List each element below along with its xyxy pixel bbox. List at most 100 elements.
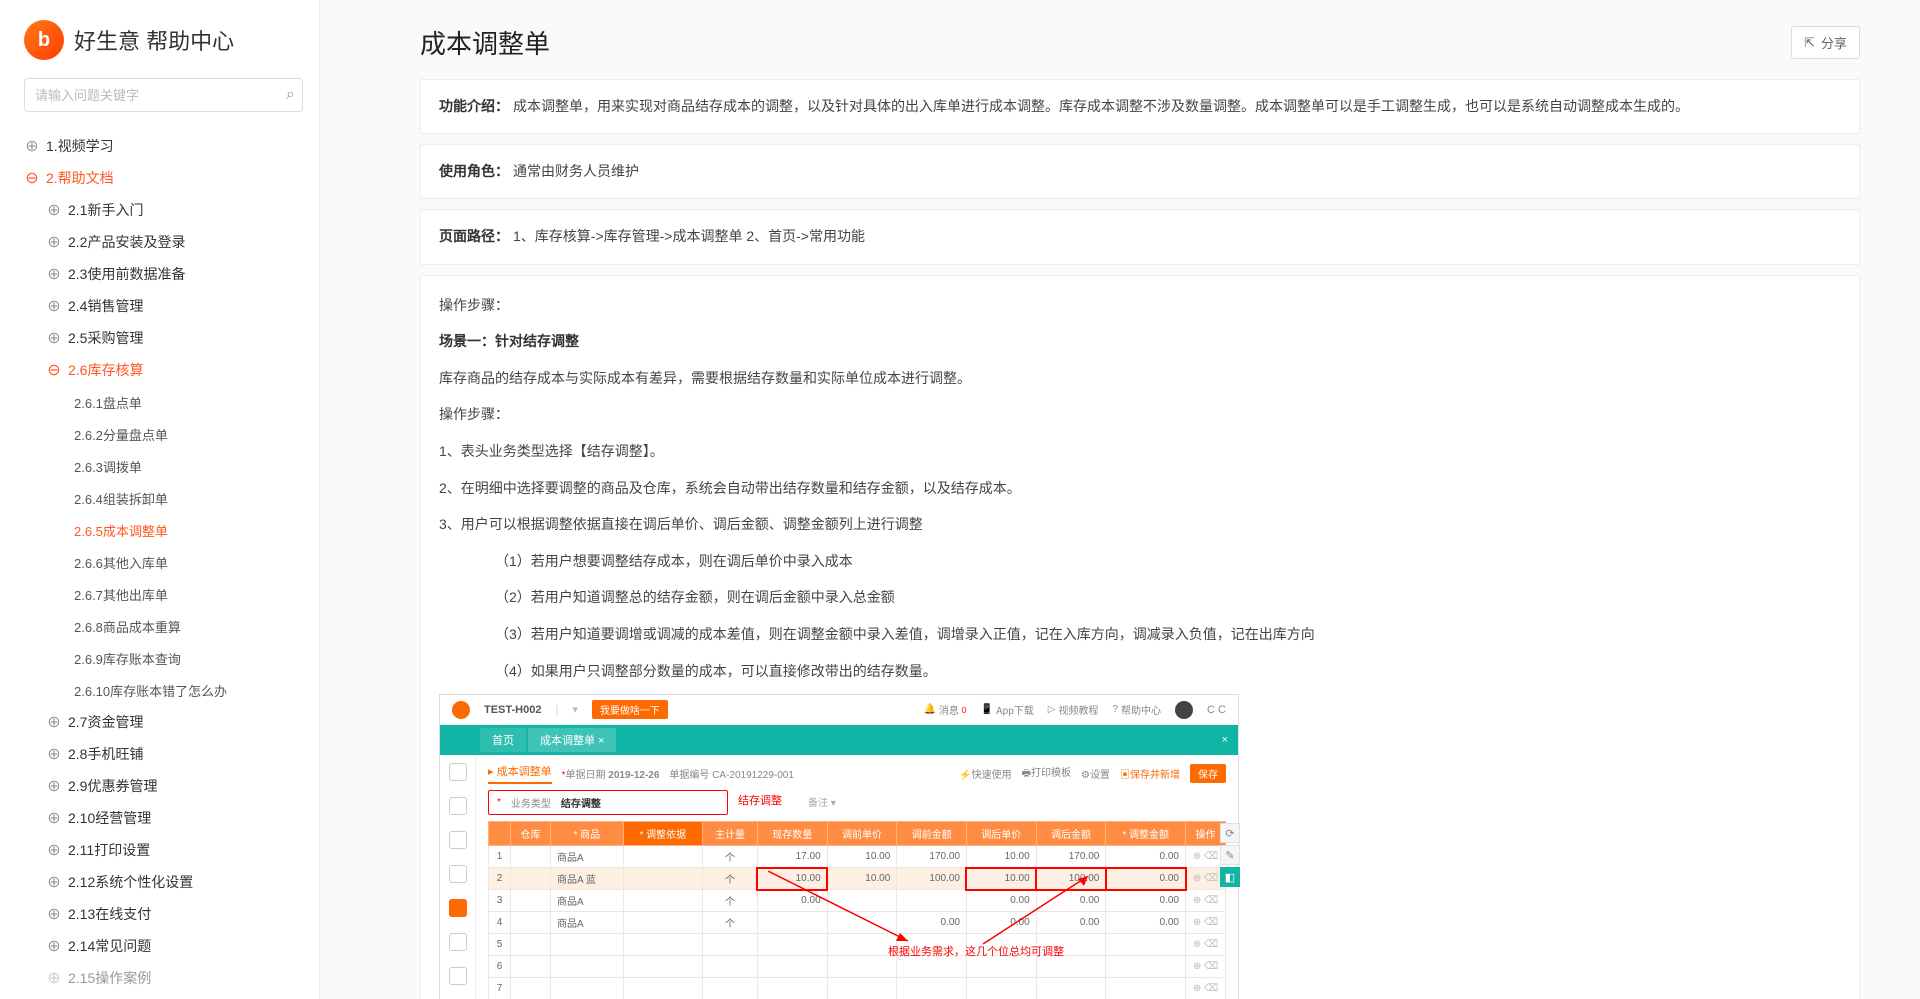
step-1: 1、表头业务类型选择【结存调整】。 xyxy=(439,438,1841,465)
nav-2-14[interactable]: 2.14常见问题 xyxy=(46,930,303,962)
shot-savedup: ▣保存并新增 xyxy=(1120,766,1180,781)
shot-avatar-icon xyxy=(1175,701,1193,719)
shot-help: ? 帮助中心 xyxy=(1112,702,1161,717)
shot-nav-icon-active xyxy=(449,899,467,917)
scene-1-title: 场景一：针对结存调整 xyxy=(439,328,1841,355)
nav-2-10[interactable]: 2.10经营管理 xyxy=(46,802,303,834)
search-input[interactable] xyxy=(24,78,303,112)
plus-icon xyxy=(46,266,62,282)
nav-2-2[interactable]: 2.2产品安装及登录 xyxy=(46,226,303,258)
nav-2-6-5[interactable]: 2.6.5成本调整单 xyxy=(74,514,303,546)
shot-logo-icon xyxy=(452,701,470,719)
shot-remark-lbl: 备注 ▾ xyxy=(808,794,836,809)
nav-2-6[interactable]: 2.6库存核算 xyxy=(46,354,303,386)
shot-quick: ⚡快速使用 xyxy=(959,766,1011,781)
nav-2-3[interactable]: 2.3使用前数据准备 xyxy=(46,258,303,290)
shot-tab-doc: 成本调整单 × xyxy=(528,728,616,752)
shot-nav-icon xyxy=(449,933,467,951)
plus-icon xyxy=(46,842,62,858)
search-icon[interactable]: ⌕ xyxy=(286,86,295,104)
shot-video: ▷ 视频教程 xyxy=(1048,702,1099,717)
step-3-1: （1）若用户想要调整结存成本，则在调后单价中录入成本 xyxy=(439,548,1841,575)
page-title: 成本调整单 xyxy=(420,24,550,61)
plus-icon xyxy=(46,874,62,890)
nav-2-8[interactable]: 2.8手机旺铺 xyxy=(46,738,303,770)
shot-tenant: TEST-H002 xyxy=(484,704,541,716)
plus-icon xyxy=(46,202,62,218)
shot-nav-icon xyxy=(449,831,467,849)
nav-2-5[interactable]: 2.5采购管理 xyxy=(46,322,303,354)
intro-card: 功能介绍：成本调整单，用来实现对商品结存成本的调整，以及针对具体的出入库单进行成… xyxy=(420,79,1860,134)
shot-user: C C xyxy=(1207,704,1226,716)
path-card: 页面路径：1、库存核算->库存管理->成本调整单 2、首页->常用功能 xyxy=(420,209,1860,264)
scene-1-intro: 库存商品的结存成本与实际成本有差异，需要根据结存数量和实际单位成本进行调整。 xyxy=(439,365,1841,392)
path-label: 页面路径： xyxy=(439,228,509,244)
nav-2-13[interactable]: 2.13在线支付 xyxy=(46,898,303,930)
nav-2-6-6[interactable]: 2.6.6其他入库单 xyxy=(74,546,303,578)
shot-filter-box: *业务类型 结存调整 xyxy=(488,790,728,815)
nav-2-6-1[interactable]: 2.6.1盘点单 xyxy=(74,386,303,418)
shot-orange-btn: 我要做啥一下 xyxy=(592,700,668,719)
step-3-2: （2）若用户知道调整总的结存金额，则在调后金额中录入总金额 xyxy=(439,584,1841,611)
shot-tabs-close-icon: × xyxy=(1212,734,1238,746)
nav-2-9[interactable]: 2.9优惠券管理 xyxy=(46,770,303,802)
path-text: 1、库存核算->库存管理->成本调整单 2、首页->常用功能 xyxy=(513,228,865,244)
shot-opts: ⚙设置 xyxy=(1081,766,1110,781)
tool-icon: ⟳ xyxy=(1220,823,1240,843)
tool-icon: ✎ xyxy=(1220,845,1240,865)
shot-nav-icon xyxy=(449,763,467,781)
nav-2-11[interactable]: 2.11打印设置 xyxy=(46,834,303,866)
nav-2-6-2[interactable]: 2.6.2分量盘点单 xyxy=(74,418,303,450)
plus-icon xyxy=(46,234,62,250)
logo-icon: b xyxy=(24,20,64,60)
role-card: 使用角色：通常由财务人员维护 xyxy=(420,144,1860,199)
nav-2-6-7[interactable]: 2.6.7其他出库单 xyxy=(74,578,303,610)
plus-icon xyxy=(46,714,62,730)
plus-icon xyxy=(46,298,62,314)
nav-2-6-9[interactable]: 2.6.9库存账本查询 xyxy=(74,642,303,674)
plus-icon xyxy=(46,330,62,346)
search-box: ⌕ xyxy=(24,78,303,112)
plus-icon xyxy=(46,746,62,762)
step-3-3: （3）若用户知道要调增或调减的成本差值，则在调整金额中录入差值，调增录入正值，记… xyxy=(439,621,1841,648)
nav-list: 1.视频学习 2.帮助文档 2.1新手入门 2.2产品安装及登录 2.3使用前数… xyxy=(24,130,303,994)
shot-content: ▸ 成本调整单 *单据日期 2019-12-26 单据编号 CA-2019122… xyxy=(476,755,1238,999)
shot-right-tools: ⟳ ✎ ◧ xyxy=(1220,823,1240,887)
plus-icon xyxy=(24,138,40,154)
share-button[interactable]: ⇱ 分享 xyxy=(1791,26,1860,59)
embedded-screenshot: TEST-H002 | ▾ 我要做啥一下 🔔 消息0 📱 App下载 ▷ 视频教… xyxy=(439,694,1841,999)
nav-2-12[interactable]: 2.12系统个性化设置 xyxy=(46,866,303,898)
nav-2-6-10[interactable]: 2.6.10库存账本错了怎么办 xyxy=(74,674,303,706)
tool-icon: ◧ xyxy=(1220,867,1240,887)
shot-nav-icon xyxy=(449,865,467,883)
plus-icon xyxy=(46,938,62,954)
plus-icon xyxy=(46,810,62,826)
nav-2-15[interactable]: 2.15操作案例 xyxy=(46,962,303,994)
share-label: 分享 xyxy=(1821,33,1847,52)
nav-help-docs[interactable]: 2.帮助文档 xyxy=(24,162,303,194)
nav-2-6-4[interactable]: 2.6.4组装拆卸单 xyxy=(74,482,303,514)
shot-nav-icon xyxy=(449,967,467,985)
sidebar: b 好生意 帮助中心 ⌕ 1.视频学习 2.帮助文档 2.1新手入门 2.2产品… xyxy=(0,0,320,999)
nav-2-4[interactable]: 2.4销售管理 xyxy=(46,290,303,322)
nav-2-6-8[interactable]: 2.6.8商品成本重算 xyxy=(74,610,303,642)
role-label: 使用角色： xyxy=(439,163,509,179)
nav-2-7[interactable]: 2.7资金管理 xyxy=(46,706,303,738)
nav-video-learning[interactable]: 1.视频学习 xyxy=(24,130,303,162)
step-3-4: （4）如果用户只调整部分数量的成本，可以直接修改带出的结存数量。 xyxy=(439,658,1841,685)
nav-2-1[interactable]: 2.1新手入门 xyxy=(46,194,303,226)
intro-label: 功能介绍： xyxy=(439,98,509,114)
plus-icon xyxy=(46,970,62,986)
minus-icon xyxy=(46,362,62,378)
shot-annotation-1: 结存调整 xyxy=(738,792,782,808)
share-icon: ⇱ xyxy=(1804,35,1815,51)
shot-app: 📱 App下载 xyxy=(981,702,1034,717)
shot-topbar: TEST-H002 | ▾ 我要做啥一下 🔔 消息0 📱 App下载 ▷ 视频教… xyxy=(440,695,1238,725)
shot-msg: 🔔 消息0 xyxy=(923,702,966,717)
shot-table: 仓库 商品 调整依据 主计量 现存数量 调前单价 调前金额 调后单价 调后金额 xyxy=(488,821,1226,999)
nav-2-6-3[interactable]: 2.6.3调拨单 xyxy=(74,450,303,482)
shot-tabs: 首页 成本调整单 × × xyxy=(440,725,1238,755)
plus-icon xyxy=(46,906,62,922)
shot-nav-icon xyxy=(449,797,467,815)
steps-block: 操作步骤： 场景一：针对结存调整 库存商品的结存成本与实际成本有差异，需要根据结… xyxy=(420,275,1860,999)
